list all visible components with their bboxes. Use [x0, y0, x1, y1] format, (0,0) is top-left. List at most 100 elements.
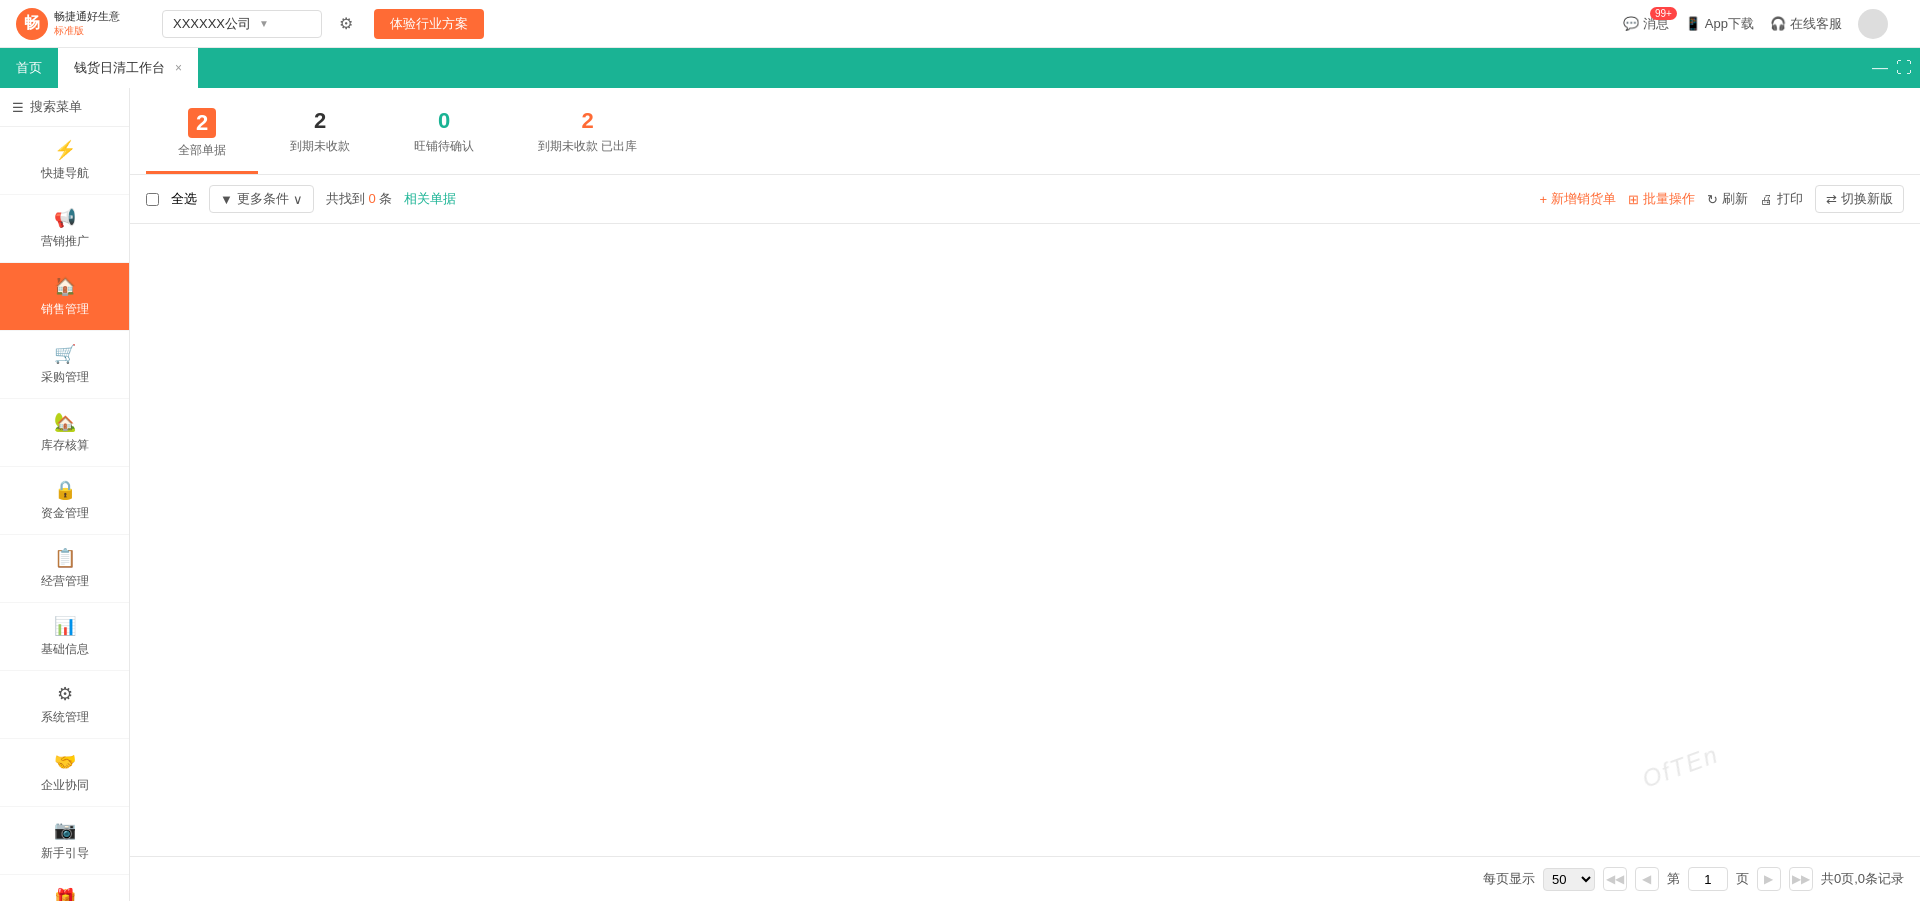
- tab-home[interactable]: 首页: [0, 48, 58, 88]
- settings-icon[interactable]: ⚙: [330, 8, 362, 40]
- select-all-label: 全选: [171, 190, 197, 208]
- message-badge: 99+: [1650, 7, 1677, 20]
- sidebar-item-inventory-label: 库存核算: [41, 437, 89, 454]
- found-number: 0: [369, 191, 376, 206]
- sidebar-item-finance[interactable]: 🔒 资金管理: [0, 467, 129, 535]
- operation-icon: 📋: [54, 547, 76, 569]
- last-page-btn[interactable]: ▶▶: [1789, 867, 1813, 891]
- message-action[interactable]: 💬 消息 99+: [1623, 15, 1669, 33]
- sidebar-item-finance-label: 资金管理: [41, 505, 89, 522]
- batch-label: 批量操作: [1643, 190, 1695, 208]
- main-layout: ☰ 搜索菜单 ⚡ 快捷导航 📢 营销推广 🏠 销售管理 🛒 采购管理 🏡 库存核…: [0, 88, 1920, 901]
- logo-area: 畅 畅捷通好生意 标准版: [16, 8, 146, 40]
- print-btn[interactable]: 🖨 打印: [1760, 190, 1803, 208]
- app-download-action[interactable]: 📱 App下载: [1685, 15, 1754, 33]
- first-page-btn[interactable]: ◀◀: [1603, 867, 1627, 891]
- inventory-icon: 🏡: [54, 411, 76, 433]
- sidebar-item-operation[interactable]: 📋 经营管理: [0, 535, 129, 603]
- tab-bar-actions: — ⛶: [1872, 59, 1920, 77]
- select-all-checkbox[interactable]: [146, 193, 159, 206]
- logo-icon: 畅: [16, 8, 48, 40]
- tab-close-icon[interactable]: ×: [175, 61, 182, 75]
- sidebar-item-basic-info-label: 基础信息: [41, 641, 89, 658]
- sidebar-item-marketing[interactable]: 📢 营销推广: [0, 195, 129, 263]
- sidebar-item-inventory[interactable]: 🏡 库存核算: [0, 399, 129, 467]
- batch-operation-btn[interactable]: ⊞ 批量操作: [1628, 190, 1695, 208]
- sales-icon: 🏠: [54, 275, 76, 297]
- sidebar-item-sales[interactable]: 🏠 销售管理: [0, 263, 129, 331]
- switch-label: 切换新版: [1841, 190, 1893, 208]
- tab-work-bench[interactable]: 钱货日清工作台 ×: [58, 48, 198, 88]
- sidebar-item-system[interactable]: ⚙ 系统管理: [0, 671, 129, 739]
- sidebar-item-sales-label: 销售管理: [41, 301, 89, 318]
- related-link[interactable]: 相关单据: [404, 190, 456, 208]
- table-area: [130, 224, 1920, 856]
- tab-maximize-icon[interactable]: ⛶: [1896, 59, 1912, 77]
- stat-overdue-shipped-number: 2: [582, 108, 594, 134]
- sidebar-item-basic-info[interactable]: 📊 基础信息: [0, 603, 129, 671]
- sidebar-item-guide-label: 新手引导: [41, 845, 89, 862]
- refresh-label: 刷新: [1722, 190, 1748, 208]
- filter-dropdown-icon: ∨: [293, 192, 303, 207]
- switch-new-version-btn[interactable]: ⇄ 切换新版: [1815, 185, 1904, 213]
- finance-icon: 🔒: [54, 479, 76, 501]
- stats-tabs: 2 全部单据 2 到期未收款 0 旺铺待确认 2 到期未收款 已出库: [130, 88, 1920, 175]
- app-center-icon: 🎁: [54, 887, 76, 901]
- tab-home-label: 首页: [16, 59, 42, 77]
- company-selector[interactable]: XXXXXX公司 ▼: [162, 10, 322, 38]
- found-unit: 条: [379, 191, 392, 206]
- total-label: 共0页,0条记录: [1821, 870, 1904, 888]
- per-page-select[interactable]: 50 100 200: [1543, 868, 1595, 891]
- purchase-icon: 🛒: [54, 343, 76, 365]
- filter-btn[interactable]: ▼ 更多条件 ∨: [209, 185, 314, 213]
- logo-label: 标准版: [54, 24, 120, 38]
- basic-info-icon: 📊: [54, 615, 76, 637]
- logo-text: 畅捷通好生意: [54, 9, 120, 23]
- stat-overdue-number: 2: [314, 108, 326, 134]
- sidebar-item-purchase[interactable]: 🛒 采购管理: [0, 331, 129, 399]
- header-right: 💬 消息 99+ 📱 App下载 🎧 在线客服: [1623, 9, 1904, 39]
- per-page-label: 每页显示: [1483, 870, 1535, 888]
- stat-overdue-shipped-label: 到期未收款 已出库: [538, 138, 637, 155]
- sidebar-item-purchase-label: 采购管理: [41, 369, 89, 386]
- top-header: 畅 畅捷通好生意 标准版 XXXXXX公司 ▼ ⚙ 体验行业方案 💬 消息 99…: [0, 0, 1920, 48]
- sidebar-search[interactable]: ☰ 搜索菜单: [0, 88, 129, 127]
- company-name: XXXXXX公司: [173, 15, 251, 33]
- sidebar-item-guide[interactable]: 📷 新手引导: [0, 807, 129, 875]
- add-sale-order-btn[interactable]: + 新增销货单: [1539, 190, 1616, 208]
- filter-label: 更多条件: [237, 190, 289, 208]
- online-service-label: 在线客服: [1790, 15, 1842, 33]
- experience-btn[interactable]: 体验行业方案: [374, 9, 484, 39]
- online-service-action[interactable]: 🎧 在线客服: [1770, 15, 1842, 33]
- stat-overdue-label: 到期未收款: [290, 138, 350, 155]
- switch-icon: ⇄: [1826, 192, 1837, 207]
- stat-wangpu-label: 旺铺待确认: [414, 138, 474, 155]
- page-suffix: 页: [1736, 870, 1749, 888]
- company-dropdown-arrow: ▼: [259, 18, 269, 29]
- stat-tab-wangpu[interactable]: 0 旺铺待确认: [382, 100, 506, 174]
- stat-wangpu-number: 0: [438, 108, 450, 134]
- add-label: 新增销货单: [1551, 190, 1616, 208]
- prev-page-btn[interactable]: ◀: [1635, 867, 1659, 891]
- stat-all-label: 全部单据: [178, 142, 226, 159]
- stat-tab-overdue-shipped[interactable]: 2 到期未收款 已出库: [506, 100, 669, 174]
- sidebar-item-shortcut-label: 快捷导航: [41, 165, 89, 182]
- add-icon: +: [1539, 192, 1547, 207]
- page-label: 第: [1667, 870, 1680, 888]
- tab-minimize-icon[interactable]: —: [1872, 59, 1888, 77]
- next-page-btn[interactable]: ▶: [1757, 867, 1781, 891]
- sidebar-item-enterprise[interactable]: 🤝 企业协同: [0, 739, 129, 807]
- app-download-icon: 📱: [1685, 16, 1701, 31]
- guide-icon: 📷: [54, 819, 76, 841]
- print-label: 打印: [1777, 190, 1803, 208]
- sidebar-item-app-center[interactable]: 🎁 应用中心: [0, 875, 129, 901]
- refresh-btn[interactable]: ↻ 刷新: [1707, 190, 1748, 208]
- stat-tab-overdue[interactable]: 2 到期未收款: [258, 100, 382, 174]
- enterprise-icon: 🤝: [54, 751, 76, 773]
- pagination: 每页显示 50 100 200 ◀◀ ◀ 第 页 ▶ ▶▶ 共0页,0条记录: [130, 856, 1920, 901]
- found-count-text: 共找到 0 条: [326, 190, 392, 208]
- sidebar-item-shortcut[interactable]: ⚡ 快捷导航: [0, 127, 129, 195]
- avatar[interactable]: [1858, 9, 1888, 39]
- stat-tab-all[interactable]: 2 全部单据: [146, 100, 258, 174]
- page-input[interactable]: [1688, 867, 1728, 891]
